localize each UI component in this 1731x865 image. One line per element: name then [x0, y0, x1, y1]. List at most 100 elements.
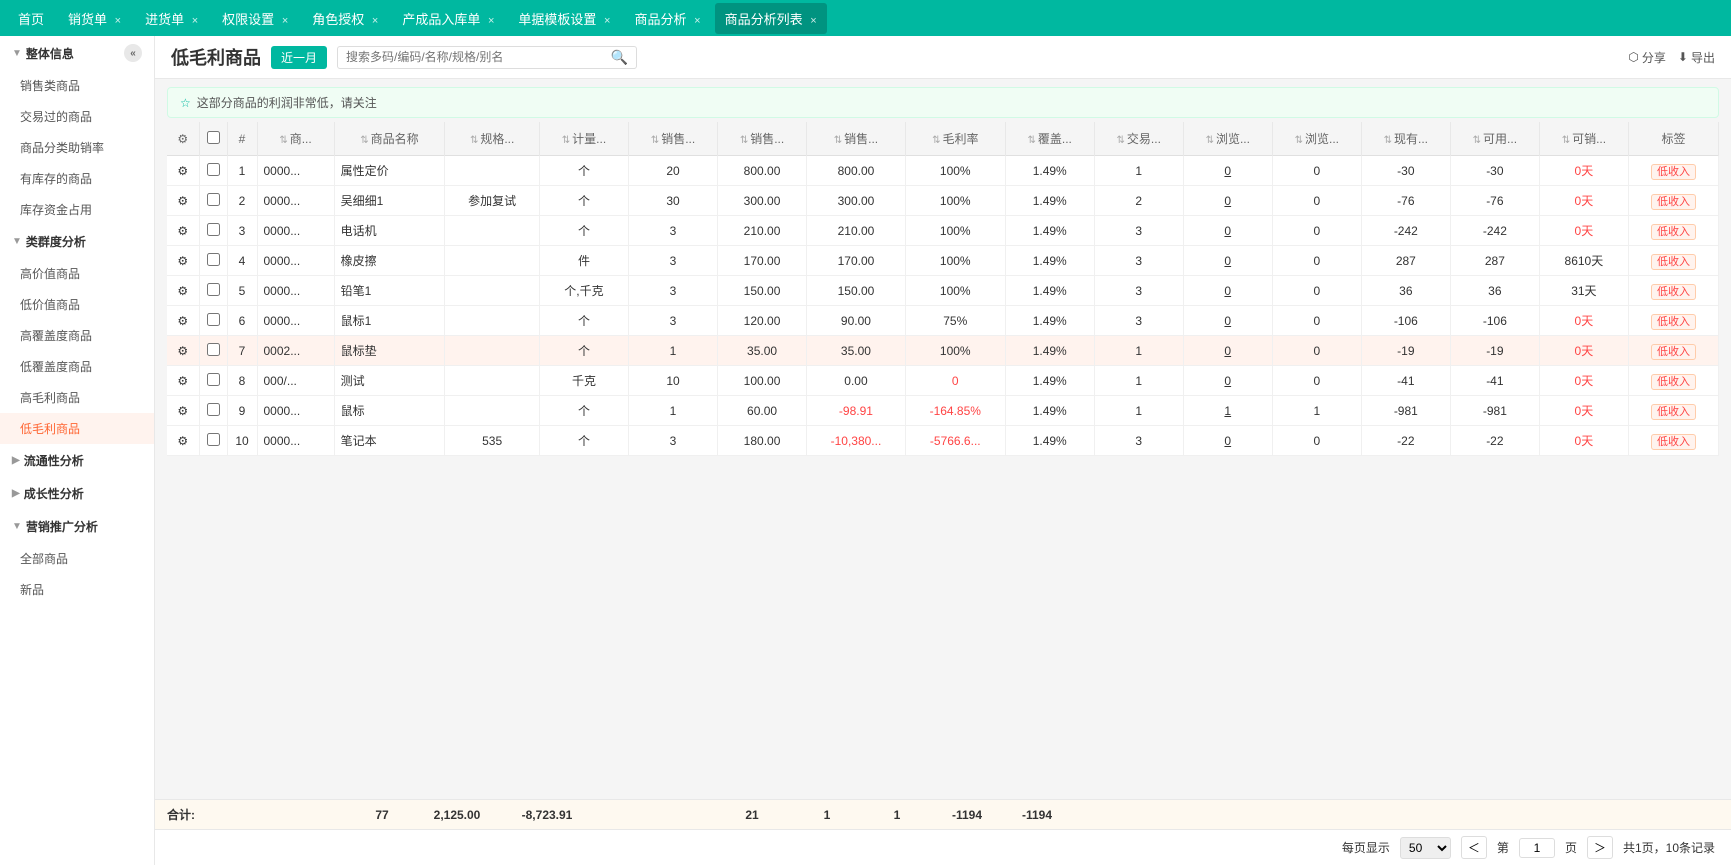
- settings-cell[interactable]: ⚙: [167, 366, 199, 396]
- row-checkbox[interactable]: [207, 313, 220, 326]
- settings-cell[interactable]: ⚙: [167, 186, 199, 216]
- row-checkbox[interactable]: [207, 283, 220, 296]
- checkbox-cell[interactable]: [199, 156, 227, 186]
- browse1-cell[interactable]: 0: [1183, 426, 1272, 456]
- checkbox-cell[interactable]: [199, 216, 227, 246]
- name-header[interactable]: ⇅商品名称: [334, 122, 445, 156]
- close-icon[interactable]: ×: [372, 15, 378, 27]
- settings-cell[interactable]: ⚙: [167, 246, 199, 276]
- row-checkbox[interactable]: [207, 193, 220, 206]
- close-icon[interactable]: ×: [694, 15, 700, 27]
- settings-cell[interactable]: ⚙: [167, 156, 199, 186]
- close-icon[interactable]: ×: [488, 15, 494, 27]
- trade-header[interactable]: ⇅交易...: [1094, 122, 1183, 156]
- name-cell[interactable]: 笔记本: [334, 426, 445, 456]
- export-button[interactable]: ⬇ 导出: [1678, 49, 1715, 66]
- search-icon[interactable]: 🔍: [611, 49, 628, 66]
- nav-purchase-order[interactable]: 进货单 ×: [135, 3, 208, 34]
- checkbox-cell[interactable]: [199, 366, 227, 396]
- row-checkbox[interactable]: [207, 433, 220, 446]
- sidebar-group-overall[interactable]: ▼ 整体信息 «: [0, 36, 154, 70]
- browse1-cell[interactable]: 0: [1183, 306, 1272, 336]
- name-cell[interactable]: 橡皮擦: [334, 246, 445, 276]
- sidebar-item-high-coverage[interactable]: 高覆盖度商品: [0, 320, 154, 351]
- settings-cell[interactable]: ⚙: [167, 336, 199, 366]
- margin-header[interactable]: ⇅覆盖...: [1005, 122, 1094, 156]
- checkbox-cell[interactable]: [199, 306, 227, 336]
- browse1-cell[interactable]: 0: [1183, 246, 1272, 276]
- sidebar-item-low-value[interactable]: 低价值商品: [0, 289, 154, 320]
- row-checkbox[interactable]: [207, 373, 220, 386]
- browse1-cell[interactable]: 0: [1183, 156, 1272, 186]
- sidebar-item-category-sales-rate[interactable]: 商品分类助销率: [0, 132, 154, 163]
- browse1-header[interactable]: ⇅浏览...: [1183, 122, 1272, 156]
- row-checkbox[interactable]: [207, 223, 220, 236]
- close-icon[interactable]: ×: [115, 15, 121, 27]
- next-page-button[interactable]: ＞: [1587, 836, 1613, 859]
- close-icon[interactable]: ×: [192, 15, 198, 27]
- sidebar-item-low-coverage[interactable]: 低覆盖度商品: [0, 351, 154, 382]
- name-cell[interactable]: 鼠标垫: [334, 336, 445, 366]
- current-header[interactable]: ⇅现有...: [1361, 122, 1450, 156]
- browse2-header[interactable]: ⇅浏览...: [1272, 122, 1361, 156]
- row-checkbox[interactable]: [207, 343, 220, 356]
- settings-cell[interactable]: ⚙: [167, 276, 199, 306]
- row-checkbox[interactable]: [207, 163, 220, 176]
- name-cell[interactable]: 鼠标: [334, 396, 445, 426]
- collapse-button[interactable]: «: [124, 44, 142, 62]
- sidebar-item-sales-goods[interactable]: 销售类商品: [0, 70, 154, 101]
- nav-product-warehouse[interactable]: 产成品入库单 ×: [392, 3, 504, 34]
- row-checkbox[interactable]: [207, 253, 220, 266]
- nav-template-settings[interactable]: 单据模板设置 ×: [508, 3, 620, 34]
- nav-permissions[interactable]: 权限设置 ×: [212, 3, 298, 34]
- checkbox-cell[interactable]: [199, 426, 227, 456]
- browse1-cell[interactable]: 0: [1183, 216, 1272, 246]
- sidebar-item-low-margin[interactable]: 低毛利商品: [0, 413, 154, 444]
- per-page-select[interactable]: 50 20 100: [1400, 837, 1451, 859]
- close-icon[interactable]: ×: [810, 15, 816, 27]
- unit-header[interactable]: ⇅计量...: [539, 122, 628, 156]
- settings-cell[interactable]: ⚙: [167, 426, 199, 456]
- nav-product-analysis[interactable]: 商品分析 ×: [624, 3, 710, 34]
- browse1-cell[interactable]: 0: [1183, 276, 1272, 306]
- sidebar-group-growth[interactable]: ▶ 成长性分析: [0, 477, 154, 510]
- prev-page-button[interactable]: ＜: [1461, 836, 1487, 859]
- code-header[interactable]: ⇅商...: [257, 122, 334, 156]
- profit-rate-header[interactable]: ⇅毛利率: [905, 122, 1005, 156]
- nav-sales-order[interactable]: 销货单 ×: [58, 3, 131, 34]
- sale-amt-header[interactable]: ⇅销售...: [718, 122, 807, 156]
- sidebar-item-all-goods[interactable]: 全部商品: [0, 543, 154, 574]
- sidebar-item-new-goods[interactable]: 新品: [0, 574, 154, 605]
- qty-header[interactable]: ⇅销售...: [628, 122, 717, 156]
- close-icon[interactable]: ×: [604, 15, 610, 27]
- checkbox-cell[interactable]: [199, 396, 227, 426]
- name-cell[interactable]: 属性定价: [334, 156, 445, 186]
- settings-column-header[interactable]: ⚙: [167, 122, 199, 156]
- search-box[interactable]: 🔍: [337, 46, 637, 69]
- name-cell[interactable]: 电话机: [334, 216, 445, 246]
- row-checkbox[interactable]: [207, 403, 220, 416]
- checkbox-cell[interactable]: [199, 186, 227, 216]
- name-cell[interactable]: 铅笔1: [334, 276, 445, 306]
- name-cell[interactable]: 测试: [334, 366, 445, 396]
- checkbox-cell[interactable]: [199, 336, 227, 366]
- page-number-input[interactable]: [1519, 838, 1555, 858]
- select-all-header[interactable]: [199, 122, 227, 156]
- browse1-cell[interactable]: 0: [1183, 186, 1272, 216]
- time-filter-button[interactable]: 近一月: [271, 46, 327, 69]
- sidebar-item-inventory-capital[interactable]: 库存资金占用: [0, 194, 154, 225]
- nav-product-analysis-list[interactable]: 商品分析列表 ×: [715, 3, 827, 34]
- name-cell[interactable]: 吴细细1: [334, 186, 445, 216]
- sidebar-item-high-margin[interactable]: 高毛利商品: [0, 382, 154, 413]
- browse1-cell[interactable]: 0: [1183, 366, 1272, 396]
- nav-role-auth[interactable]: 角色授权 ×: [302, 3, 388, 34]
- nav-home[interactable]: 首页: [8, 3, 54, 34]
- sidebar-group-circulation[interactable]: ▶ 流通性分析: [0, 444, 154, 477]
- settings-cell[interactable]: ⚙: [167, 306, 199, 336]
- name-cell[interactable]: 鼠标1: [334, 306, 445, 336]
- settings-cell[interactable]: ⚙: [167, 396, 199, 426]
- checkbox-cell[interactable]: [199, 246, 227, 276]
- sidebar-group-cluster[interactable]: ▼ 类群度分析: [0, 225, 154, 258]
- browse1-cell[interactable]: 0: [1183, 336, 1272, 366]
- close-icon[interactable]: ×: [282, 15, 288, 27]
